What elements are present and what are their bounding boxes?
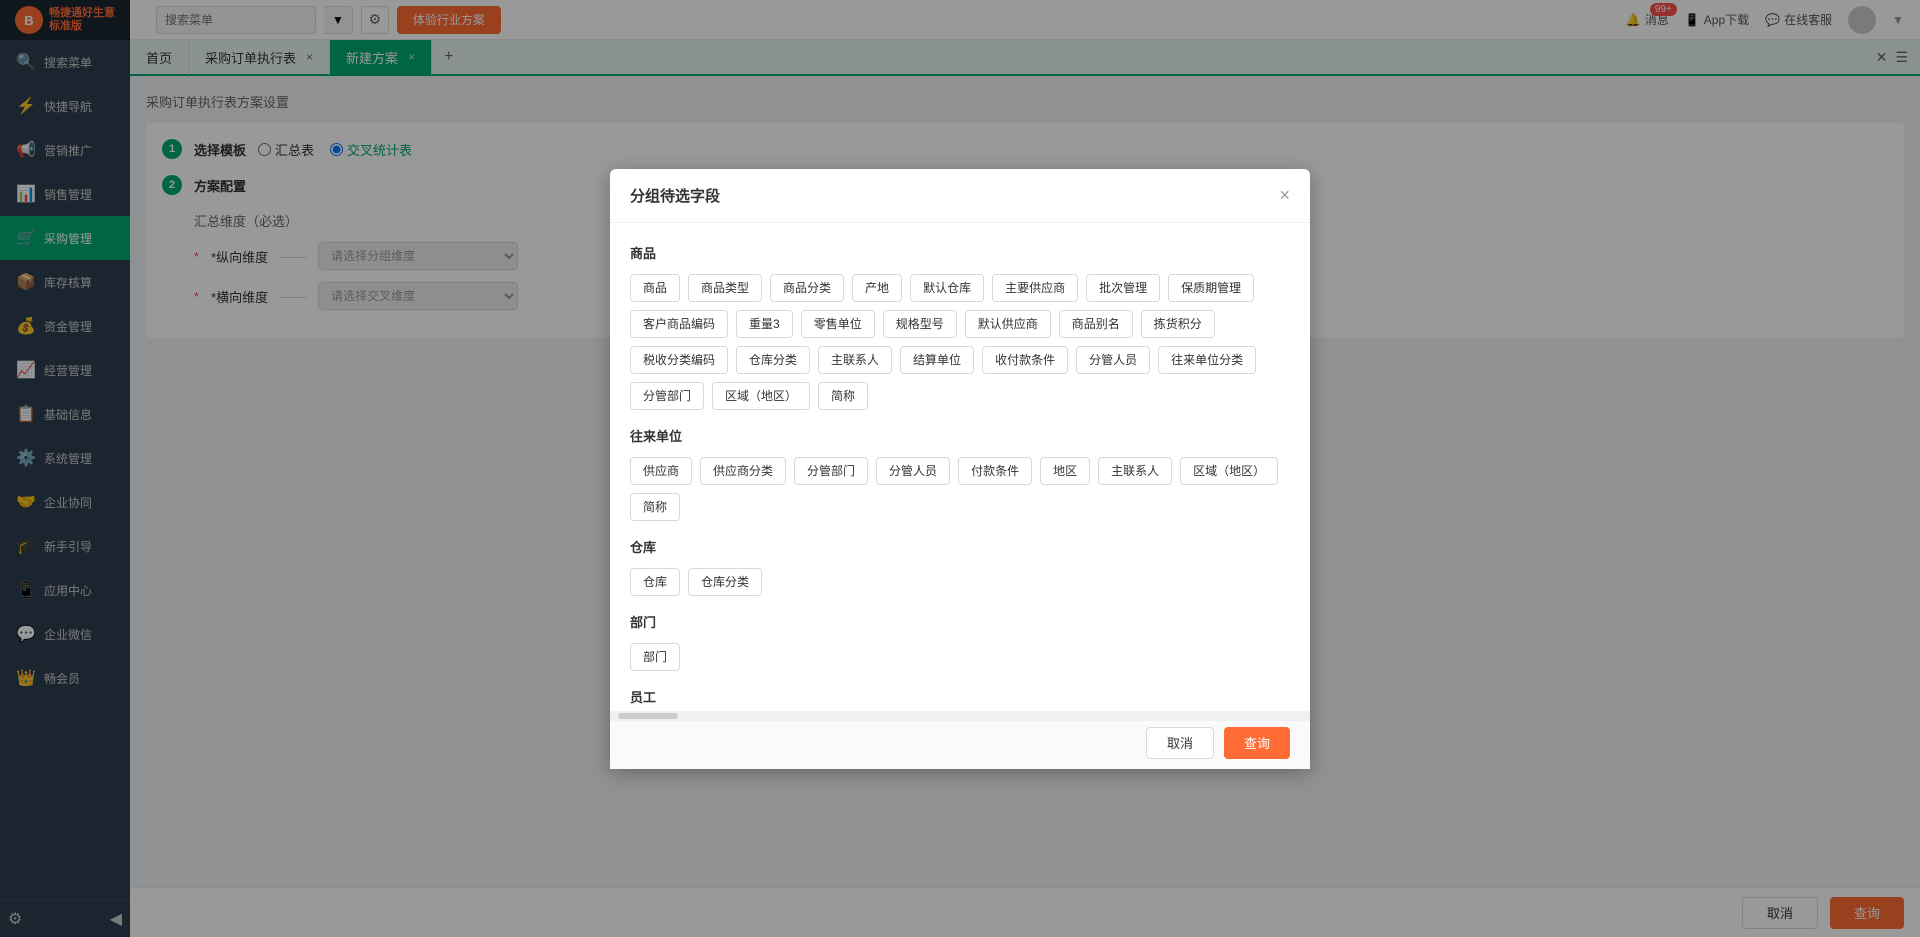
tag-product-partner-category[interactable]: 往来单位分类 [1158, 346, 1256, 374]
tag-product-origin[interactable]: 产地 [852, 274, 902, 302]
tag-partner-supplier[interactable]: 供应商 [630, 457, 692, 485]
tag-partner-supplier-cat[interactable]: 供应商分类 [700, 457, 786, 485]
tag-product-payment-terms[interactable]: 收付款条件 [982, 346, 1068, 374]
tag-product-retail-unit[interactable]: 零售单位 [801, 310, 875, 338]
tag-partner-short-name[interactable]: 简称 [630, 493, 680, 521]
tag-partner-dept[interactable]: 分管部门 [794, 457, 868, 485]
tag-product-main-supplier[interactable]: 主要供应商 [992, 274, 1078, 302]
tag-product-tax-code[interactable]: 税收分类编码 [630, 346, 728, 374]
modal-close-btn[interactable]: × [1279, 186, 1290, 204]
tag-product-pick-points[interactable]: 拣货积分 [1141, 310, 1215, 338]
tag-product-dept[interactable]: 分管部门 [630, 382, 704, 410]
tag-product-settlement-unit[interactable]: 结算单位 [900, 346, 974, 374]
section-title-product: 商品 [630, 243, 1290, 262]
tag-partner-region[interactable]: 地区 [1040, 457, 1090, 485]
tag-product-batch-mgmt[interactable]: 批次管理 [1086, 274, 1160, 302]
field-select-modal: 分组待选字段 × 商品 商品 商品类型 商品分类 产地 默认仓库 主要供应商 批… [610, 169, 1310, 769]
tag-grid-partner: 供应商 供应商分类 分管部门 分管人员 付款条件 地区 主联系人 区域（地区） … [630, 457, 1290, 521]
tag-grid-product: 商品 商品类型 商品分类 产地 默认仓库 主要供应商 批次管理 保质期管理 客户… [630, 274, 1290, 410]
horizontal-scrollbar-thumb[interactable] [618, 713, 678, 719]
tag-product-weight[interactable]: 重量3 [736, 310, 793, 338]
tag-grid-department: 部门 [630, 643, 1290, 671]
modal-overlay: 分组待选字段 × 商品 商品 商品类型 商品分类 产地 默认仓库 主要供应商 批… [0, 0, 1920, 937]
modal-header: 分组待选字段 × [610, 169, 1310, 223]
tag-product-warehouse-cat[interactable]: 仓库分类 [736, 346, 810, 374]
tag-dept-dept[interactable]: 部门 [630, 643, 680, 671]
modal-body: 商品 商品 商品类型 商品分类 产地 默认仓库 主要供应商 批次管理 保质期管理… [610, 223, 1310, 716]
tag-product-product[interactable]: 商品 [630, 274, 680, 302]
section-title-employee: 员工 [630, 687, 1290, 706]
confirm-btn[interactable]: 查询 [1224, 727, 1290, 759]
tag-partner-person[interactable]: 分管人员 [876, 457, 950, 485]
tag-product-region[interactable]: 区域（地区） [712, 382, 810, 410]
tag-product-customer-code[interactable]: 客户商品编码 [630, 310, 728, 338]
section-title-department: 部门 [630, 612, 1290, 631]
modal-title: 分组待选字段 [630, 185, 720, 206]
tag-partner-contact[interactable]: 主联系人 [1098, 457, 1172, 485]
section-title-partner: 往来单位 [630, 426, 1290, 445]
cancel-btn[interactable]: 取消 [1146, 727, 1214, 759]
tag-partner-area[interactable]: 区域（地区） [1180, 457, 1278, 485]
tag-grid-warehouse: 仓库 仓库分类 [630, 568, 1290, 596]
tag-warehouse-category[interactable]: 仓库分类 [688, 568, 762, 596]
tag-partner-payment[interactable]: 付款条件 [958, 457, 1032, 485]
tag-product-type[interactable]: 商品类型 [688, 274, 762, 302]
tag-product-charge-person[interactable]: 分管人员 [1076, 346, 1150, 374]
tag-product-alias[interactable]: 商品别名 [1059, 310, 1133, 338]
tag-product-category[interactable]: 商品分类 [770, 274, 844, 302]
tag-product-spec-model[interactable]: 规格型号 [883, 310, 957, 338]
tag-product-main-contact[interactable]: 主联系人 [818, 346, 892, 374]
section-title-warehouse: 仓库 [630, 537, 1290, 556]
modal-footer: 取消 查询 [610, 716, 1310, 769]
tag-product-short-name[interactable]: 简称 [818, 382, 868, 410]
tag-product-default-warehouse[interactable]: 默认仓库 [910, 274, 984, 302]
tag-product-shelf-life[interactable]: 保质期管理 [1168, 274, 1254, 302]
tag-warehouse-warehouse[interactable]: 仓库 [630, 568, 680, 596]
tag-product-default-supplier[interactable]: 默认供应商 [965, 310, 1051, 338]
